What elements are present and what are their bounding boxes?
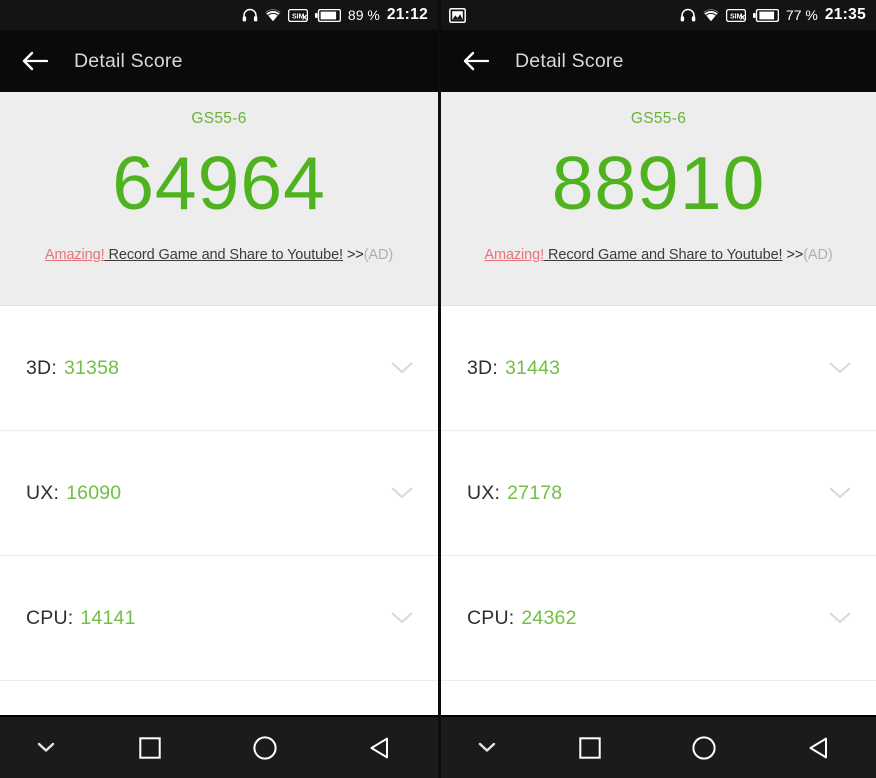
row-label: CPU:	[26, 606, 74, 629]
ad-arrows: >>	[786, 247, 804, 263]
device-name-label: GS55-6	[191, 110, 247, 127]
score-hero: GS55-6 64964 Amazing! Record Game and Sh…	[0, 92, 438, 306]
list-item-partial[interactable]	[441, 681, 876, 715]
list-item-partial[interactable]	[0, 681, 438, 715]
row-label: 3D:	[26, 356, 57, 379]
phone-screen-right: SIM 77 % 21:35 Detail Score GS55-6 88910…	[438, 0, 876, 778]
triangle-left-icon	[368, 736, 392, 760]
ad-highlight-text: Amazing!	[44, 247, 105, 263]
navigation-bar	[0, 715, 438, 778]
status-clock: 21:12	[386, 6, 428, 23]
row-value: 14141	[80, 606, 136, 629]
score-hero: GS55-6 88910 Amazing! Record Game and Sh…	[441, 92, 876, 306]
sim-no-signal-icon: SIM	[287, 8, 308, 22]
headphone-icon	[242, 8, 258, 22]
score-breakdown-list: 3D: 31358 UX: 16090 CPU: 14141	[0, 306, 438, 715]
list-item[interactable]: UX: 16090	[0, 431, 438, 556]
recents-button[interactable]	[92, 717, 207, 778]
row-label: 3D:	[467, 356, 498, 379]
chevron-down-icon[interactable]	[828, 486, 852, 500]
device-name-label: GS55-6	[630, 110, 687, 127]
hide-navbar-button[interactable]	[0, 717, 92, 778]
row-value: 24362	[521, 606, 577, 629]
recents-button[interactable]	[533, 717, 647, 778]
status-notification-icons	[449, 7, 466, 23]
square-icon	[138, 736, 161, 759]
back-nav-button[interactable]	[762, 717, 876, 778]
ad-body-text: Record Game and Share to Youtube!	[547, 247, 783, 263]
wifi-icon	[703, 9, 719, 22]
row-value: 31443	[504, 356, 561, 379]
ad-banner[interactable]: Amazing! Record Game and Share to Youtub…	[484, 247, 832, 263]
arrow-left-icon	[463, 50, 489, 72]
battery-percent-label: 77 %	[785, 7, 818, 23]
status-clock: 21:35	[824, 6, 866, 23]
ad-banner[interactable]: Amazing! Record Game and Share to Youtub…	[45, 247, 393, 263]
hide-navbar-button[interactable]	[441, 717, 533, 778]
list-item[interactable]: CPU: 24362	[441, 556, 876, 681]
row-label: UX:	[467, 481, 501, 504]
chevron-down-icon	[37, 742, 55, 753]
app-bar: Detail Score	[441, 30, 876, 92]
headphone-icon	[680, 8, 696, 22]
chevron-down-icon[interactable]	[390, 361, 414, 375]
battery-percent-label: 89 %	[347, 7, 380, 23]
home-button[interactable]	[207, 717, 322, 778]
row-value: 16090	[66, 481, 122, 504]
navigation-bar	[441, 715, 876, 778]
row-value: 27178	[507, 481, 563, 504]
list-item[interactable]: 3D: 31443	[441, 306, 876, 431]
chevron-down-icon[interactable]	[390, 486, 414, 500]
ad-body-text: Record Game and Share to Youtube!	[108, 247, 343, 263]
phone-screen-left: SIM 89 % 21:12 Detail Score GS55-6 64964…	[0, 0, 438, 778]
circle-icon	[692, 735, 717, 760]
status-system-icons: SIM 89 % 21:12	[242, 6, 428, 24]
ad-arrows: >>	[346, 247, 364, 263]
battery-icon	[752, 8, 779, 22]
arrow-left-icon	[22, 50, 48, 72]
sim-no-signal-icon: SIM	[725, 8, 746, 22]
triangle-left-icon	[807, 736, 831, 760]
back-nav-button[interactable]	[323, 717, 438, 778]
ad-tag-label: (AD)	[803, 247, 833, 263]
list-item[interactable]: CPU: 14141	[0, 556, 438, 681]
chevron-down-icon[interactable]	[828, 611, 852, 625]
square-icon	[579, 736, 601, 759]
page-title: Detail Score	[515, 49, 624, 72]
row-label: UX:	[26, 481, 60, 504]
wifi-icon	[265, 9, 281, 22]
chevron-down-icon[interactable]	[828, 361, 852, 375]
status-system-icons: SIM 77 % 21:35	[680, 6, 866, 24]
row-label: CPU:	[467, 606, 515, 629]
total-score-value: 64964	[112, 141, 326, 225]
home-button[interactable]	[647, 717, 761, 778]
list-item[interactable]: 3D: 31358	[0, 306, 438, 431]
status-bar: SIM 77 % 21:35	[441, 0, 876, 30]
page-title: Detail Score	[74, 49, 183, 72]
back-button[interactable]	[18, 44, 52, 78]
status-bar: SIM 89 % 21:12	[0, 0, 438, 30]
app-bar: Detail Score	[0, 30, 438, 92]
row-value: 31358	[63, 356, 120, 379]
ad-highlight-text: Amazing!	[484, 247, 545, 263]
list-item[interactable]: UX: 27178	[441, 431, 876, 556]
back-button[interactable]	[459, 44, 493, 78]
chevron-down-icon[interactable]	[390, 611, 414, 625]
screenshot-image-icon	[449, 7, 466, 23]
battery-icon	[314, 8, 341, 22]
chevron-down-icon	[478, 742, 496, 753]
circle-icon	[253, 735, 277, 760]
dual-screenshot-container: SIM 89 % 21:12 Detail Score GS55-6 64964…	[0, 0, 876, 778]
score-breakdown-list: 3D: 31443 UX: 27178 CPU: 24362	[441, 306, 876, 715]
ad-tag-label: (AD)	[363, 247, 394, 263]
total-score-value: 88910	[551, 141, 766, 225]
